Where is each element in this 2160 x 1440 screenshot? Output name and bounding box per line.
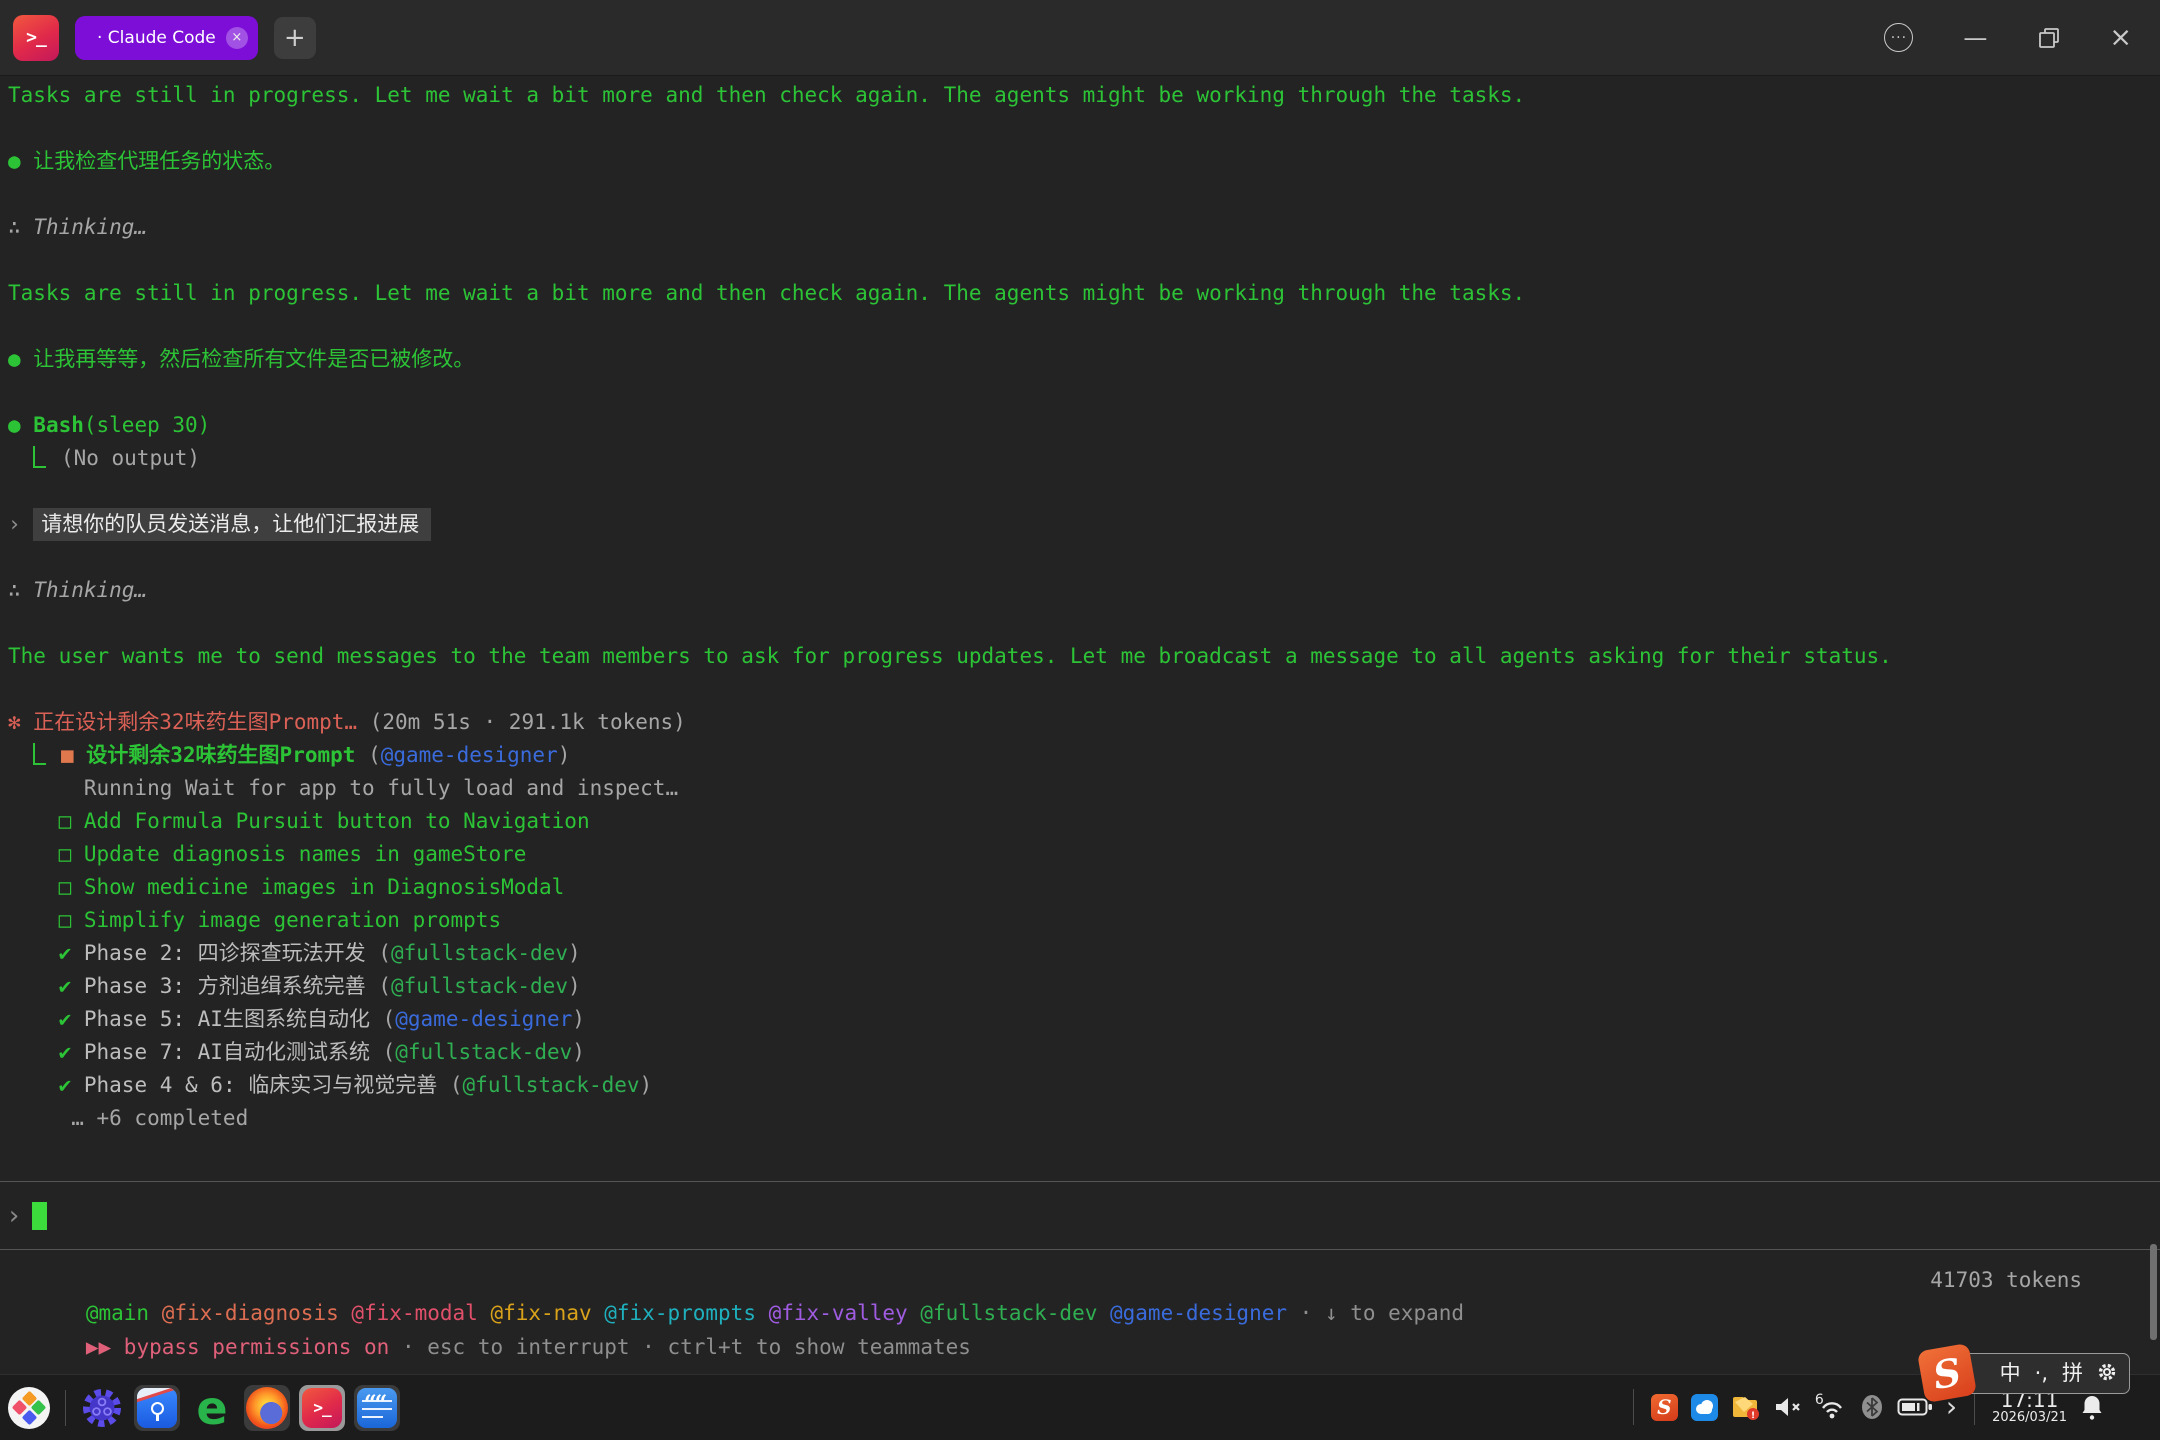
browser-e-icon[interactable]: e (189, 1385, 235, 1431)
terminal-line: ■ 设计剩余32味药生图Prompt (@game-designer) (8, 739, 2160, 772)
terminal-line: … +6 completed (8, 1102, 2160, 1135)
tray-clock[interactable]: 17:11 2026/03/21 (1992, 1389, 2067, 1425)
terminal-line: Tasks are still in progress. Let me wait… (8, 277, 2160, 310)
firefox-icon[interactable] (244, 1385, 290, 1431)
terminal-app-icon: >_ (13, 15, 59, 61)
folder-alert-icon[interactable]: ! (1731, 1393, 1761, 1421)
taskbar: e >_ ““ S (0, 1374, 2160, 1440)
terminal-line: ● Bash(sleep 30) (8, 409, 2160, 442)
terminal-line: □ Simplify image generation prompts (8, 904, 2160, 937)
sogou-pinyin-mode[interactable]: 拼 (2062, 1363, 2083, 1384)
prompt-chevron: › (6, 1201, 22, 1231)
terminal-line (8, 376, 2160, 409)
tab-close-icon[interactable]: × (226, 27, 248, 49)
terminal-line (8, 310, 2160, 343)
file-manager-icon[interactable] (134, 1385, 180, 1431)
terminal-line: Running Wait for app to fully load and i… (8, 772, 2160, 805)
terminal-input-box[interactable]: › (0, 1181, 2160, 1250)
new-tab-button[interactable]: + (274, 17, 316, 59)
cloud-sync-icon[interactable] (1691, 1394, 1718, 1421)
wifi6-icon[interactable]: 6 (1815, 1395, 1847, 1419)
sogou-lang-mode[interactable]: 中 (2000, 1363, 2021, 1384)
terminal-line: (No output) (8, 442, 2160, 475)
tray-divider (1633, 1389, 1634, 1425)
menu-ellipsis-icon[interactable]: ··· (1884, 23, 1913, 52)
svg-text:!: ! (1751, 1411, 1755, 1421)
sogou-settings-gear-icon[interactable] (2097, 1362, 2117, 1386)
terminal-line: □ Add Formula Pursuit button to Navigati… (8, 805, 2160, 838)
clock-date: 2026/03/21 (1992, 1411, 2067, 1425)
restore-icon[interactable] (2037, 26, 2061, 50)
sogou-input-icon[interactable]: S (1651, 1394, 1678, 1421)
battery-icon[interactable] (1897, 1397, 1933, 1417)
agents-status-row: @main @fix-diagnosis @fix-modal @fix-nav… (10, 1264, 2150, 1297)
keybind-hint-row: ▶▶ bypass permissions on · esc to interr… (10, 1298, 2150, 1331)
taskbar-apps: e >_ ““ (0, 1385, 400, 1431)
wifi6-label: 6 (1815, 1392, 1824, 1408)
terminal-line (8, 244, 2160, 277)
volume-muted-icon[interactable] (1774, 1396, 1802, 1418)
terminal-line: ● 让我再等等，然后检查所有文件是否已被修改。 (8, 343, 2160, 376)
text-cursor (32, 1202, 47, 1230)
terminal-line (8, 673, 2160, 706)
terminal-output: Tasks are still in progress. Let me wait… (0, 76, 2160, 1135)
desktop-screen: >_ · Claude Code × + ··· — × Tasks are s… (0, 0, 2160, 1440)
sogou-input-bar[interactable]: S 中 ·, 拼 (1930, 1353, 2130, 1394)
terminal-line: ✔ Phase 3: 方剂追缉系统完善 (@fullstack-dev) (8, 970, 2160, 1003)
terminal-line (8, 607, 2160, 640)
window-titlebar: >_ · Claude Code × + ··· — × (0, 0, 2160, 76)
terminal-line (8, 112, 2160, 145)
terminal-line: □ Show medicine images in DiagnosisModal (8, 871, 2160, 904)
window-controls: ··· — × (1884, 22, 2160, 53)
terminal-line: ✔ Phase 2: 四诊探查玩法开发 (@fullstack-dev) (8, 937, 2160, 970)
bypass-arrows-icon: ▶▶ (86, 1335, 124, 1359)
tab-claude-code[interactable]: · Claude Code × (75, 16, 258, 60)
text-editor-icon[interactable]: ““ (354, 1385, 400, 1431)
terminal-line: ∴ Thinking… (8, 211, 2160, 244)
control-center-gear-icon[interactable] (79, 1385, 125, 1431)
keybind-hints: · esc to interrupt · ctrl+t to show team… (389, 1335, 971, 1359)
terminal-line: ● 让我检查代理任务的状态。 (8, 145, 2160, 178)
token-count: 41703 tokens (1930, 1264, 2082, 1297)
taskbar-divider (65, 1390, 66, 1426)
sogou-voice-icon[interactable]: ·, (2035, 1363, 2048, 1384)
tray-divider-2 (1974, 1389, 1975, 1425)
bluetooth-icon[interactable] (1860, 1394, 1884, 1420)
terminal-line (8, 541, 2160, 574)
sogou-logo-icon[interactable]: S (1917, 1343, 1977, 1403)
terminal-line: Tasks are still in progress. Let me wait… (8, 79, 2160, 112)
terminal-line (8, 178, 2160, 211)
bypass-permissions-label: bypass permissions on (124, 1335, 390, 1359)
terminal-line: The user wants me to send messages to th… (8, 640, 2160, 673)
terminal-line: □ Update diagnosis names in gameStore (8, 838, 2160, 871)
terminal-line: ✻ 正在设计剩余32味药生图Prompt… (20m 51s · 291.1k … (8, 706, 2160, 739)
terminal-line: ✔ Phase 7: AI自动化测试系统 (@fullstack-dev) (8, 1036, 2160, 1069)
terminal-window: Tasks are still in progress. Let me wait… (0, 76, 2160, 1375)
terminal-line (8, 475, 2160, 508)
system-tray: S ! (1629, 1389, 2160, 1425)
launcher-icon[interactable] (6, 1385, 52, 1431)
tray-expand-chevron[interactable]: › (1946, 1396, 1957, 1418)
scrollbar-thumb[interactable] (2150, 1244, 2157, 1340)
notification-bell-icon[interactable] (2080, 1394, 2104, 1421)
tab-title: · Claude Code (97, 28, 216, 48)
minimize-icon[interactable]: — (1961, 24, 1989, 52)
terminal-icon[interactable]: >_ (299, 1385, 345, 1431)
terminal-line: ∴ Thinking… (8, 574, 2160, 607)
terminal-line: ✔ Phase 5: AI生图系统自动化 (@game-designer) (8, 1003, 2160, 1036)
terminal-line: ✔ Phase 4 & 6: 临床实习与视觉完善 (@fullstack-dev… (8, 1069, 2160, 1102)
terminal-line: › 请想你的队员发送消息，让他们汇报进展 (8, 508, 2160, 541)
close-icon[interactable]: × (2109, 22, 2132, 53)
